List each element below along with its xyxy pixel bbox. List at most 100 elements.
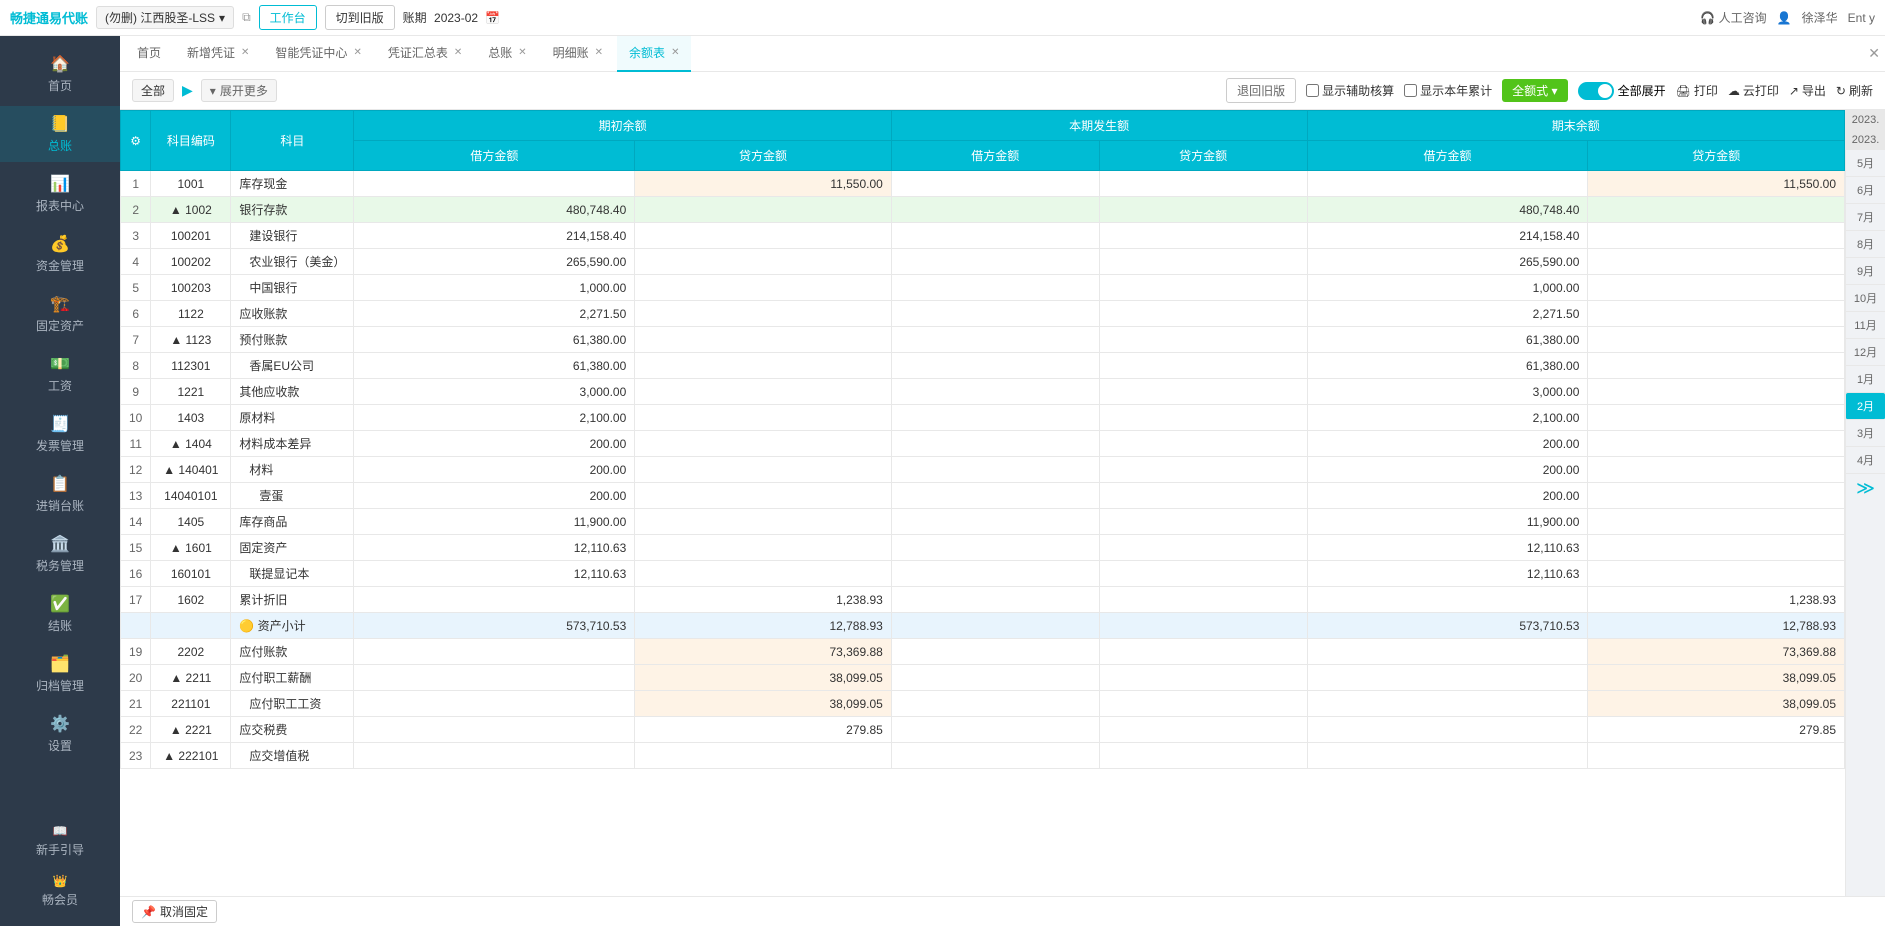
month-item-2月[interactable]: 2月 bbox=[1846, 393, 1885, 420]
sidebar-item-home[interactable]: 🏠 首页 bbox=[0, 46, 120, 102]
cur-credit bbox=[1099, 301, 1307, 327]
tab-smart-center-close[interactable]: ✕ bbox=[353, 47, 361, 58]
sidebar-item-archive[interactable]: 🗂️ 归档管理 bbox=[0, 646, 120, 702]
sidebar-item-salary[interactable]: 💵 工资 bbox=[0, 346, 120, 402]
month-item-7月[interactable]: 7月 bbox=[1846, 204, 1885, 231]
table-row-name[interactable]: 🟡 资产小计 bbox=[231, 613, 354, 639]
tab-balance-close[interactable]: ✕ bbox=[671, 47, 679, 58]
tab-voucher-summary-close[interactable]: ✕ bbox=[454, 47, 462, 58]
table-row-name[interactable]: 中国银行 bbox=[231, 275, 354, 301]
table-row-name[interactable]: 联提显记本 bbox=[231, 561, 354, 587]
table-row-name[interactable]: 应收账款 bbox=[231, 301, 354, 327]
close-window-icon[interactable]: ✕ bbox=[1868, 45, 1880, 62]
sidebar-item-sales[interactable]: 📋 进销台账 bbox=[0, 466, 120, 522]
filter-selector[interactable]: 全部 bbox=[132, 79, 174, 102]
table-row-name[interactable]: 银行存款 bbox=[231, 197, 354, 223]
month-item-4月[interactable]: 4月 bbox=[1846, 447, 1885, 474]
auxiliary-label: 显示辅助核算 bbox=[1322, 82, 1394, 99]
col-name: 科目 bbox=[231, 111, 354, 171]
company-selector[interactable]: (勿删) 江西股圣-LSS ▾ bbox=[96, 6, 234, 29]
switch-version-button[interactable]: 切到旧版 bbox=[325, 5, 395, 30]
expand-panel-icon[interactable]: ≫ bbox=[1846, 474, 1885, 503]
tab-balance[interactable]: 余额表 ✕ bbox=[617, 36, 691, 72]
table-row-name[interactable]: 香属EU公司 bbox=[231, 353, 354, 379]
tab-detail[interactable]: 明细账 ✕ bbox=[541, 36, 615, 72]
tab-voucher-summary[interactable]: 凭证汇总表 ✕ bbox=[376, 36, 474, 72]
tab-new-voucher-close[interactable]: ✕ bbox=[241, 47, 249, 58]
right-panel-header2[interactable]: 2023. bbox=[1846, 130, 1885, 150]
sidebar-item-invoice[interactable]: 🧾 发票管理 bbox=[0, 406, 120, 462]
table-row-name[interactable]: 应付职工薪酬 bbox=[231, 665, 354, 691]
refresh-icon: ↻ bbox=[1836, 84, 1846, 98]
tab-detail-close[interactable]: ✕ bbox=[595, 47, 603, 58]
table-row-name[interactable]: 其他应收款 bbox=[231, 379, 354, 405]
sidebar-item-member[interactable]: 👑 畅会员 bbox=[0, 866, 120, 916]
table-row-name[interactable]: 应交税费 bbox=[231, 717, 354, 743]
table-row-name[interactable]: 应付账款 bbox=[231, 639, 354, 665]
cloud-print-button[interactable]: ☁ 云打印 bbox=[1728, 82, 1779, 99]
month-item-5月[interactable]: 5月 bbox=[1846, 150, 1885, 177]
month-item-6月[interactable]: 6月 bbox=[1846, 177, 1885, 204]
table-row-name[interactable]: 库存现金 bbox=[231, 171, 354, 197]
full-mode-button[interactable]: 全额式 ▾ bbox=[1502, 79, 1567, 102]
month-item-8月[interactable]: 8月 bbox=[1846, 231, 1885, 258]
month-item-9月[interactable]: 9月 bbox=[1846, 258, 1885, 285]
sidebar-item-report[interactable]: 📊 报表中心 bbox=[0, 166, 120, 222]
tab-ledger[interactable]: 总账 ✕ bbox=[476, 36, 538, 72]
user-avatar[interactable]: 👤 bbox=[1777, 11, 1792, 25]
month-item-1月[interactable]: 1月 bbox=[1846, 366, 1885, 393]
filter-arrow-icon[interactable]: ▶ bbox=[182, 82, 193, 99]
end-credit: 11,550.00 bbox=[1588, 171, 1845, 197]
show-yearly-checkbox[interactable]: 显示本年累计 bbox=[1404, 82, 1492, 99]
sidebar-item-settlement[interactable]: ✅ 结账 bbox=[0, 586, 120, 642]
calendar-icon[interactable]: 📅 bbox=[485, 11, 500, 25]
month-item-10月[interactable]: 10月 bbox=[1846, 285, 1885, 312]
table-row-name[interactable]: 建设银行 bbox=[231, 223, 354, 249]
show-auxiliary-checkbox[interactable]: 显示辅助核算 bbox=[1306, 82, 1394, 99]
table-row-name[interactable]: 固定资产 bbox=[231, 535, 354, 561]
table-row-name[interactable]: 库存商品 bbox=[231, 509, 354, 535]
export-button[interactable]: ↗ 导出 bbox=[1789, 82, 1826, 99]
sidebar-label-sales: 进销台账 bbox=[36, 497, 84, 514]
sidebar-item-tax[interactable]: 🏛️ 税务管理 bbox=[0, 526, 120, 582]
print-button[interactable]: 🖨 打印 bbox=[1676, 82, 1718, 99]
table-row-name[interactable]: 材料 bbox=[231, 457, 354, 483]
return-old-button[interactable]: 退回旧版 bbox=[1226, 78, 1296, 103]
table-row-name[interactable]: 材料成本差异 bbox=[231, 431, 354, 457]
table-row-name[interactable]: 累计折旧 bbox=[231, 587, 354, 613]
period-debit bbox=[354, 171, 635, 197]
col-config[interactable]: ⚙ bbox=[121, 111, 151, 171]
tab-home[interactable]: 首页 bbox=[125, 36, 173, 72]
month-item-11月[interactable]: 11月 bbox=[1846, 312, 1885, 339]
sidebar-item-ledger[interactable]: 📒 总账 bbox=[0, 106, 120, 162]
sidebar-item-guide[interactable]: 📖 新手引导 bbox=[0, 816, 120, 866]
table-row-name[interactable]: 应付职工工资 bbox=[231, 691, 354, 717]
yearly-checkbox-input[interactable] bbox=[1404, 84, 1417, 97]
expand-button[interactable]: ▾ 展开更多 bbox=[201, 79, 277, 102]
tab-new-voucher[interactable]: 新增凭证 ✕ bbox=[175, 36, 261, 72]
month-item-3月[interactable]: 3月 bbox=[1846, 420, 1885, 447]
unfix-button[interactable]: 📌 取消固定 bbox=[132, 900, 217, 923]
cur-debit bbox=[891, 223, 1099, 249]
end-debit bbox=[1307, 665, 1588, 691]
table-row-name[interactable]: 原材料 bbox=[231, 405, 354, 431]
table-row-name[interactable]: 应交增值税 bbox=[231, 743, 354, 769]
copy-icon[interactable]: ⧉ bbox=[242, 10, 251, 25]
table-row-name[interactable]: 农业银行（美金） bbox=[231, 249, 354, 275]
sidebar-item-fixed[interactable]: 🏗️ 固定资产 bbox=[0, 286, 120, 342]
expand-all-toggle[interactable]: 全部展开 bbox=[1578, 82, 1666, 100]
toggle-track[interactable] bbox=[1578, 82, 1614, 100]
table-row-name[interactable]: 壹蛋 bbox=[231, 483, 354, 509]
right-panel-header1[interactable]: 2023. bbox=[1846, 110, 1885, 130]
month-item-12月[interactable]: 12月 bbox=[1846, 339, 1885, 366]
workbench-button[interactable]: 工作台 bbox=[259, 5, 317, 30]
tab-ledger-close[interactable]: ✕ bbox=[518, 47, 526, 58]
sidebar-item-settings[interactable]: ⚙️ 设置 bbox=[0, 706, 120, 762]
auxiliary-checkbox-input[interactable] bbox=[1306, 84, 1319, 97]
tab-smart-center[interactable]: 智能凭证中心 ✕ bbox=[263, 36, 373, 72]
table-row-name[interactable]: 预付账款 bbox=[231, 327, 354, 353]
consult-button[interactable]: 🎧 人工咨询 bbox=[1700, 9, 1766, 26]
cur-credit bbox=[1099, 223, 1307, 249]
refresh-button[interactable]: ↻ 刷新 bbox=[1836, 82, 1873, 99]
sidebar-item-capital[interactable]: 💰 资金管理 bbox=[0, 226, 120, 282]
